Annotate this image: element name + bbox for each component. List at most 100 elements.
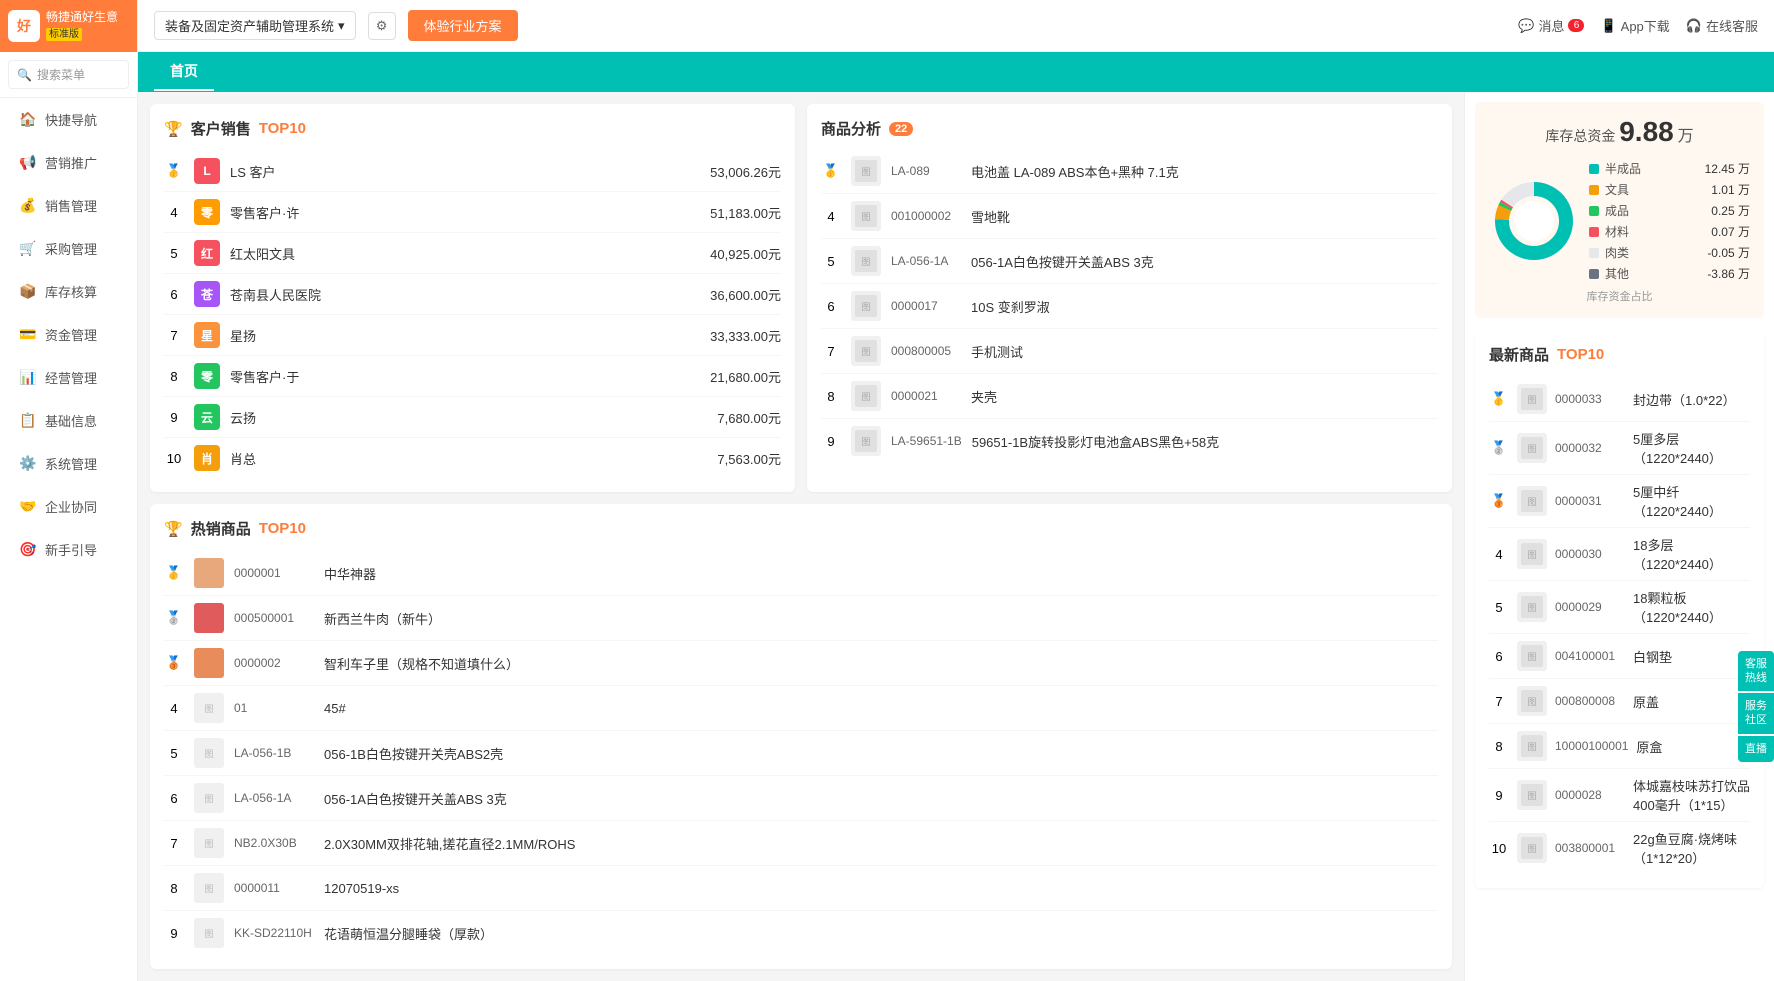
top-product-right-item[interactable]: 8 图 0000021 夹壳 (821, 374, 1438, 419)
product-name: 2.0X30MM双排花轴,搓花直径2.1MM/ROHS (324, 834, 1438, 853)
sidebar-item-marketing[interactable]: 📢 营销推广 (0, 141, 137, 184)
hot-product-item[interactable]: 9 图 KK-SD22110H 花语萌恒温分腿睡袋（厚款） (164, 911, 1438, 955)
hot-product-item[interactable]: 🥇 0000001 中华神器 (164, 551, 1438, 596)
top-products-right-list: 🥇 图 LA-089 电池盖 LA-089 ABS本色+黑种 7.1克 4 图 … (821, 149, 1438, 463)
customer-list-item[interactable]: 8 零 零售客户·于 21,680.00元 (164, 356, 781, 397)
customer-avatar: 零 (194, 199, 220, 225)
customer-amount: 21,680.00元 (710, 367, 781, 386)
customer-list-item[interactable]: 7 星 星扬 33,333.00元 (164, 315, 781, 356)
sidebar-item-quick-nav[interactable]: 🏠 快捷导航 (0, 98, 137, 141)
purchase-icon: 🛒 (19, 240, 37, 258)
sidebar-item-finance[interactable]: 💳 资金管理 (0, 313, 137, 356)
float-service-btn-0[interactable]: 客服热线 (1738, 651, 1774, 692)
rank-icon: 🥈 (1489, 440, 1509, 456)
newbie-icon: 🎯 (19, 541, 37, 559)
hot-product-item[interactable]: 5 图 LA-056-1B 056-1B白色按键开关壳ABS2壳 (164, 731, 1438, 776)
customer-list-item[interactable]: 4 零 零售客户·许 51,183.00元 (164, 192, 781, 233)
float-service-btn-1[interactable]: 服务社区 (1738, 693, 1774, 734)
logo-icon: 好 (8, 10, 40, 42)
hot-product-item[interactable]: 🥈 000500001 新西兰牛肉（新牛） (164, 596, 1438, 641)
online-service-button[interactable]: 🎧 在线客服 (1686, 16, 1758, 35)
svg-text:图: 图 (1527, 550, 1536, 560)
svg-text:图: 图 (1527, 844, 1536, 854)
sidebar-item-newbie[interactable]: 🎯 新手引导 (0, 528, 137, 571)
top-product-right-item[interactable]: 6 图 0000017 10S 变刹罗淑 (821, 284, 1438, 329)
system-select-dropdown[interactable]: 装备及固定资产辅助管理系统 ▾ (154, 11, 356, 40)
sidebar-item-basic-info[interactable]: 📋 基础信息 (0, 399, 137, 442)
latest-product-item[interactable]: 4 图 0000030 18多层（1220*2440） (1489, 528, 1750, 581)
latest-product-item[interactable]: 6 图 004100001 白钢垫 (1489, 634, 1750, 679)
sidebar-logo: 好 畅捷通好生意 标准版 (0, 0, 137, 52)
customer-list-item[interactable]: 10 肖 肖总 7,563.00元 (164, 438, 781, 478)
customer-amount: 36,600.00元 (710, 285, 781, 304)
products-badge: 22 (889, 122, 913, 136)
product-name: 原盒 (1636, 737, 1750, 756)
rank-icon: 7 (1489, 694, 1509, 709)
top-product-right-item[interactable]: 🥇 图 LA-089 电池盖 LA-089 ABS本色+黑种 7.1克 (821, 149, 1438, 194)
customer-avatar: 零 (194, 363, 220, 389)
latest-product-item[interactable]: 9 图 0000028 体城嘉枝味苏打饮品400毫升（1*15） (1489, 769, 1750, 822)
product-thumbnail (194, 648, 224, 678)
latest-product-item[interactable]: 🥈 图 0000032 5厘多层（1220*2440） (1489, 422, 1750, 475)
app-download-button[interactable]: 📱 App下载 (1600, 16, 1669, 35)
product-name: 12070519-xs (324, 881, 1438, 896)
hot-product-item[interactable]: 7 图 NB2.0X30B 2.0X30MM双排花轴,搓花直径2.1MM/ROH… (164, 821, 1438, 866)
svg-text:图: 图 (1527, 791, 1536, 801)
product-code: 003800001 (1555, 841, 1625, 855)
latest-product-item[interactable]: 🥇 图 0000033 封边带（1.0*22） (1489, 377, 1750, 422)
sidebar-item-operations[interactable]: 📊 经营管理 (0, 356, 137, 399)
rank-medal: 4 (164, 205, 184, 220)
customer-name: 云扬 (230, 408, 707, 427)
customer-list-item[interactable]: 9 云 云扬 7,680.00元 (164, 397, 781, 438)
hot-product-item[interactable]: 4 图 01 45# (164, 686, 1438, 731)
customer-avatar: 苍 (194, 281, 220, 307)
latest-product-item[interactable]: 7 图 000800008 原盖 (1489, 679, 1750, 724)
customer-list-item[interactable]: 6 苍 苍南县人民医院 36,600.00元 (164, 274, 781, 315)
latest-product-item[interactable]: 5 图 0000029 18颗粒板（1220*2440） (1489, 581, 1750, 634)
sidebar-item-enterprise[interactable]: 🤝 企业协同 (0, 485, 137, 528)
system-select-label: 装备及固定资产辅助管理系统 (165, 16, 334, 35)
float-service-btn-2[interactable]: 直播 (1738, 736, 1774, 762)
latest-product-item[interactable]: 8 图 10000100001 原盒 (1489, 724, 1750, 769)
sidebar-nav: 🏠 快捷导航 📢 营销推广 💰 销售管理 🛒 采购管理 📦 库存核算 💳 资金管… (0, 98, 137, 981)
trial-button[interactable]: 体验行业方案 (408, 10, 518, 41)
customer-list-item[interactable]: 5 红 红太阳文具 40,925.00元 (164, 233, 781, 274)
rank-icon: 7 (821, 344, 841, 359)
product-code: 10000100001 (1555, 739, 1628, 753)
hot-product-item[interactable]: 8 图 0000011 12070519-xs (164, 866, 1438, 911)
customer-amount: 7,563.00元 (717, 449, 781, 468)
legend-value: -3.86 万 (1707, 265, 1750, 282)
stock-legend: 半成品 12.45 万 文具 1.01 万 成品 0.25 万 材料 0.07 … (1589, 158, 1750, 284)
rank-icon: 10 (1489, 841, 1509, 856)
stock-donut-chart (1489, 176, 1579, 266)
product-code: LA-056-1A (891, 254, 961, 268)
hot-product-item[interactable]: 6 图 LA-056-1A 056-1A白色按键开关盖ABS 3克 (164, 776, 1438, 821)
sidebar-item-sales[interactable]: 💰 销售管理 (0, 184, 137, 227)
settings-button[interactable]: ⚙ (368, 12, 396, 40)
hot-products-list: 🥇 0000001 中华神器 🥈 000500001 新西兰牛肉（新牛） 🥉 0… (164, 551, 1438, 955)
product-code: LA-056-1B (234, 746, 314, 760)
latest-product-item[interactable]: 🥉 图 0000031 5厘中纤（1220*2440） (1489, 475, 1750, 528)
customer-list-item[interactable]: 🥇 L LS 客户 53,006.26元 (164, 151, 781, 192)
customer-amount: 53,006.26元 (710, 162, 781, 181)
logo-text: 畅捷通好生意 标准版 (46, 10, 118, 41)
product-name: 智利车子里（规格不知道填什么） (324, 654, 1438, 673)
svg-text:图: 图 (1527, 697, 1536, 707)
top-product-right-item[interactable]: 5 图 LA-056-1A 056-1A白色按键开关盖ABS 3克 (821, 239, 1438, 284)
product-name: 59651-1B旋转投影灯电池盒ABS黑色+58克 (972, 432, 1438, 451)
latest-product-item[interactable]: 10 图 003800001 22g鱼豆腐·烧烤味（1*12*20） (1489, 822, 1750, 874)
sidebar-item-system[interactable]: ⚙️ 系统管理 (0, 442, 137, 485)
top-product-right-item[interactable]: 4 图 001000002 雪地靴 (821, 194, 1438, 239)
top-customers-title: 🏆 客户销售 TOP10 (164, 118, 781, 139)
top-product-right-item[interactable]: 7 图 000800005 手机测试 (821, 329, 1438, 374)
product-code: 0000032 (1555, 441, 1625, 455)
sidebar-item-purchase[interactable]: 🛒 采购管理 (0, 227, 137, 270)
message-button[interactable]: 💬 消息 6 (1518, 16, 1584, 35)
top-product-right-item[interactable]: 9 图 LA-59651-1B 59651-1B旋转投影灯电池盒ABS黑色+58… (821, 419, 1438, 463)
search-menu-button[interactable]: 🔍 搜索菜单 (8, 60, 129, 89)
legend-color-dot (1589, 248, 1599, 258)
hot-product-item[interactable]: 🥉 0000002 智利车子里（规格不知道填什么） (164, 641, 1438, 686)
tab-home[interactable]: 首页 (154, 53, 214, 91)
sidebar-item-inventory[interactable]: 📦 库存核算 (0, 270, 137, 313)
product-name: 手机测试 (971, 342, 1438, 361)
